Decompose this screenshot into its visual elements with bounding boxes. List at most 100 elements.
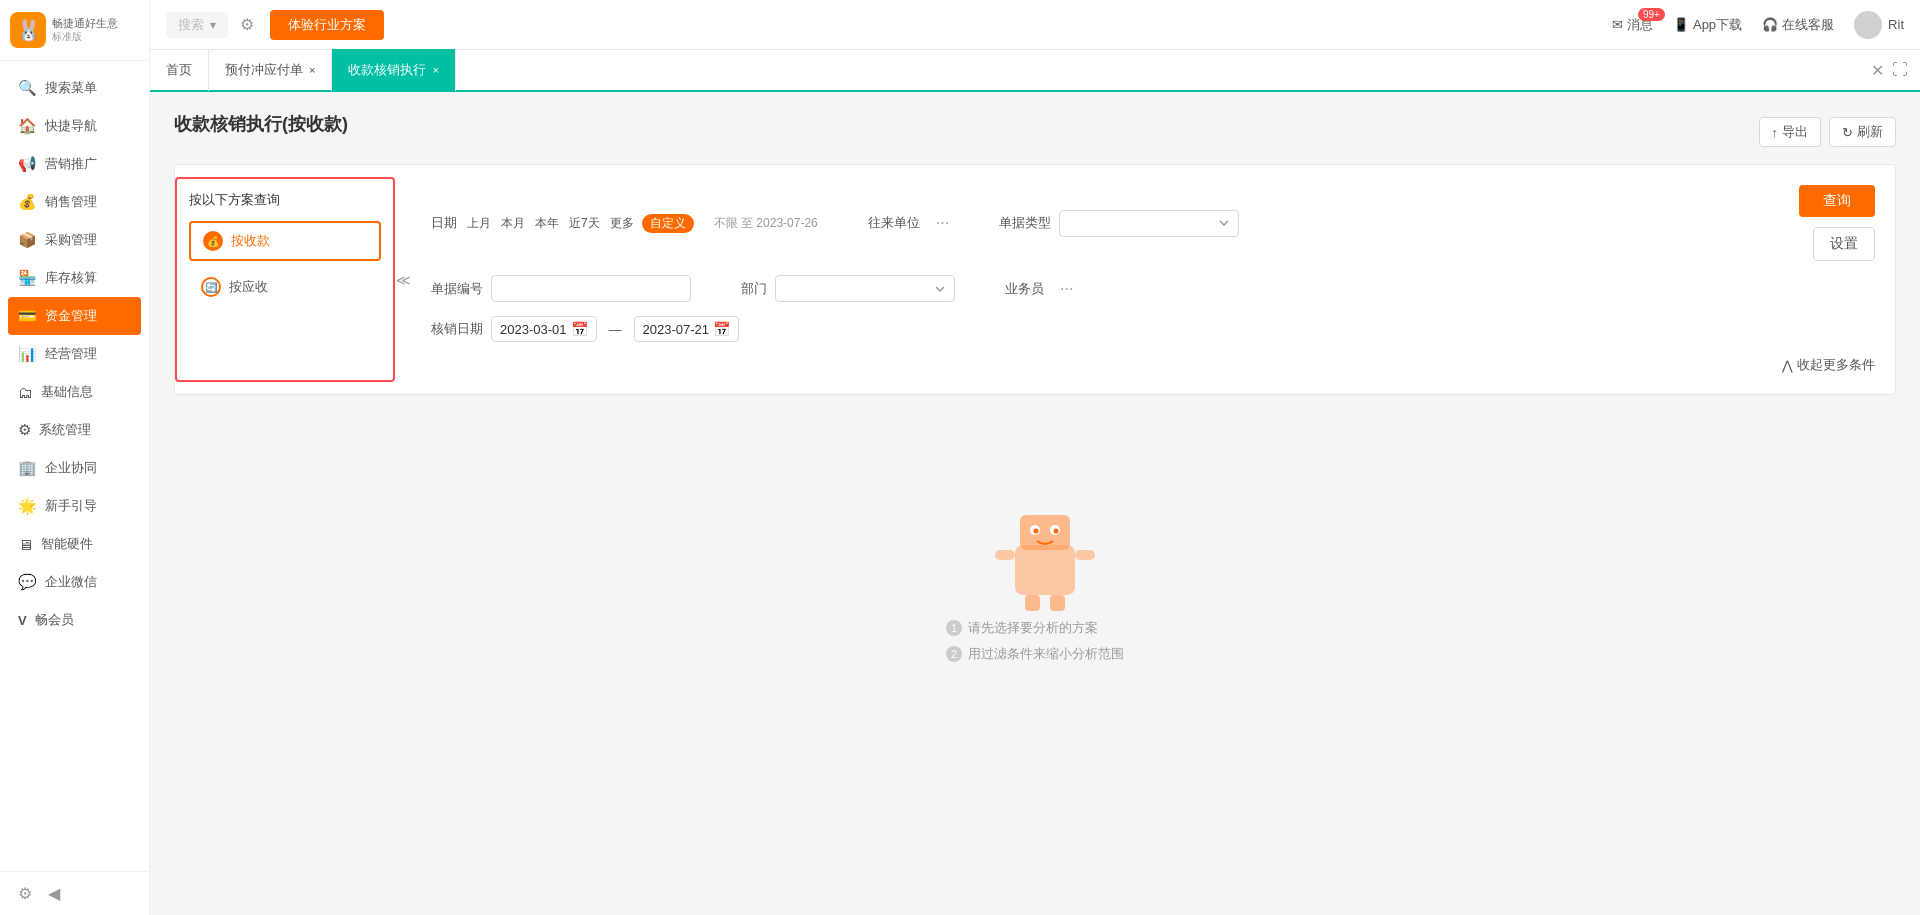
export-icon: ↑ <box>1772 125 1779 140</box>
sidebar-item-search[interactable]: 🔍 搜索菜单 <box>0 69 149 107</box>
empty-hint-2: 2 用过滤条件来缩小分析范围 <box>946 641 1124 667</box>
staff-dots[interactable]: ··· <box>1060 280 1073 298</box>
app-icon: 📱 <box>1673 17 1689 32</box>
export-button[interactable]: ↑ 导出 <box>1759 117 1822 147</box>
collapse-sidebar-button[interactable]: ◀ <box>48 884 60 903</box>
sidebar-item-sales[interactable]: 💰 销售管理 <box>0 183 149 221</box>
sidebar-item-purchase[interactable]: 📦 采购管理 <box>0 221 149 259</box>
sidebar-item-wechat-label: 企业微信 <box>45 573 97 591</box>
filter-option-receipt[interactable]: 💰 按收款 <box>189 221 381 261</box>
sidebar-item-system[interactable]: ⚙ 系统管理 <box>0 411 149 449</box>
filter-options: 💰 按收款 🔄 按应收 <box>189 221 381 305</box>
date-more[interactable]: 更多 <box>608 215 636 232</box>
sidebar-item-marketing-label: 营销推广 <box>45 155 97 173</box>
sidebar-item-guide[interactable]: 🌟 新手引导 <box>0 487 149 525</box>
search-icon: 🔍 <box>18 79 37 97</box>
logo-area: 🐰 畅捷通好生意 标准版 <box>0 0 149 61</box>
message-button[interactable]: ✉ 消息 99+ <box>1612 16 1653 34</box>
sidebar-item-funds[interactable]: 💳 资金管理 <box>8 297 141 335</box>
tab-prepay-label: 预付冲应付单 <box>225 49 303 91</box>
app-download-button[interactable]: 📱 App下载 <box>1673 16 1742 34</box>
user-menu[interactable]: Rit <box>1854 11 1904 39</box>
sidebar-item-enterprise[interactable]: 🏢 企业协同 <box>0 449 149 487</box>
sales-icon: 💰 <box>18 193 37 211</box>
collapse-more-button[interactable]: ⋀ 收起更多条件 <box>431 356 1875 374</box>
date-last-7days[interactable]: 近7天 <box>567 215 602 232</box>
date-this-month[interactable]: 本月 <box>499 215 527 232</box>
header-gear-icon[interactable]: ⚙ <box>240 15 254 34</box>
sidebar-item-hardware[interactable]: 🖥 智能硬件 <box>0 525 149 563</box>
counterparty-dots[interactable]: ··· <box>936 214 949 232</box>
tab-prepay[interactable]: 预付冲应付单 × <box>209 49 332 91</box>
tab-home[interactable]: 首页 <box>150 49 209 91</box>
logo-subtitle: 标准版 <box>52 30 118 44</box>
purchase-icon: 📦 <box>18 231 37 249</box>
sidebar-item-marketing[interactable]: 📢 营销推广 <box>0 145 149 183</box>
verdate-end: 2023-07-21 <box>643 322 710 337</box>
date-last-month[interactable]: 上月 <box>465 215 493 232</box>
tab-home-label: 首页 <box>166 49 192 91</box>
hint-num-2: 2 <box>946 646 962 662</box>
sidebar-item-basic[interactable]: 🗂 基础信息 <box>0 373 149 411</box>
sidebar-item-member-label: 畅会员 <box>35 611 74 629</box>
filter-doctype-field: 单据类型 <box>999 210 1239 237</box>
sidebar-item-hardware-label: 智能硬件 <box>41 535 93 553</box>
verdate-start-wrapper[interactable]: 2023-03-01 📅 <box>491 316 597 342</box>
sidebar-item-wechat[interactable]: 💬 企业微信 <box>0 563 149 601</box>
doctype-label: 单据类型 <box>999 214 1051 232</box>
svg-rect-6 <box>995 550 1015 560</box>
sidebar-item-operations[interactable]: 📊 经营管理 <box>0 335 149 373</box>
message-badge: 99+ <box>1638 8 1665 21</box>
settings-icon[interactable]: ⚙ <box>18 884 32 903</box>
filter-row-3: 核销日期 2023-03-01 📅 — 2023-07-21 📅 <box>431 316 1875 342</box>
robot-svg <box>985 495 1105 615</box>
filter-option-receivable[interactable]: 🔄 按应收 <box>189 269 381 305</box>
enterprise-icon: 🏢 <box>18 459 37 477</box>
app-label: App下载 <box>1693 16 1742 34</box>
maximize-icon[interactable]: ⛶ <box>1892 61 1908 79</box>
close-window-icon[interactable]: ✕ <box>1871 61 1884 80</box>
solution-button[interactable]: 体验行业方案 <box>270 10 384 40</box>
calendar-start-icon: 📅 <box>571 321 588 337</box>
sidebar-item-enterprise-label: 企业协同 <box>45 459 97 477</box>
header-dropdown-icon[interactable]: ▾ <box>210 18 216 32</box>
header-search-area[interactable]: 搜索 ▾ <box>166 12 228 38</box>
hardware-icon: 🖥 <box>18 536 33 553</box>
filter-verdate-field: 核销日期 2023-03-01 📅 — 2023-07-21 📅 <box>431 316 739 342</box>
page-content: 收款核销执行(按收款) ↑ 导出 ↻ 刷新 按以下方案查询 💰 <box>150 92 1920 915</box>
verdate-label: 核销日期 <box>431 320 483 338</box>
sidebar-nav: 🔍 搜索菜单 🏠 快捷导航 📢 营销推广 💰 销售管理 📦 采购管理 🏪 库存核… <box>0 61 149 871</box>
filter-collapse-toggle[interactable]: ≪ <box>395 177 411 382</box>
tab-collection[interactable]: 收款核销执行 × <box>332 49 455 91</box>
tab-actions: ✕ ⛶ <box>1859 61 1920 80</box>
top-header: 搜索 ▾ ⚙ 体验行业方案 ✉ 消息 99+ 📱 App下载 🎧 在线客服 R <box>150 0 1920 50</box>
refresh-button[interactable]: ↻ 刷新 <box>1829 117 1896 147</box>
user-avatar <box>1854 11 1882 39</box>
sidebar-item-purchase-label: 采购管理 <box>45 231 97 249</box>
docno-input[interactable] <box>491 275 691 302</box>
basic-icon: 🗂 <box>18 384 33 401</box>
verdate-start: 2023-03-01 <box>500 322 567 337</box>
receivable-icon: 🔄 <box>201 277 221 297</box>
docno-label: 单据编号 <box>431 280 483 298</box>
filter-left-panel: 按以下方案查询 💰 按收款 🔄 按应收 <box>175 177 395 382</box>
verdate-end-wrapper[interactable]: 2023-07-21 📅 <box>634 316 740 342</box>
hint-text-1: 请先选择要分析的方案 <box>968 615 1098 641</box>
settings-button[interactable]: 设置 <box>1813 227 1875 261</box>
filter-date-field: 日期 上月 本月 本年 近7天 更多 自定义 <box>431 214 694 233</box>
sidebar-item-inventory[interactable]: 🏪 库存核算 <box>0 259 149 297</box>
dept-select[interactable] <box>775 275 955 302</box>
tab-prepay-close[interactable]: × <box>309 49 315 91</box>
sidebar-item-quicknav[interactable]: 🏠 快捷导航 <box>0 107 149 145</box>
doctype-select[interactable] <box>1059 210 1239 237</box>
online-service-button[interactable]: 🎧 在线客服 <box>1762 16 1834 34</box>
filter-option-receivable-label: 按应收 <box>229 278 268 296</box>
date-custom-badge[interactable]: 自定义 <box>642 214 694 233</box>
svg-point-5 <box>1054 529 1059 534</box>
query-button[interactable]: 查询 <box>1799 185 1875 217</box>
header-left: 搜索 ▾ ⚙ 体验行业方案 <box>166 10 1612 40</box>
tab-collection-close[interactable]: × <box>432 49 438 91</box>
receipt-icon: 💰 <box>203 231 223 251</box>
date-this-year[interactable]: 本年 <box>533 215 561 232</box>
sidebar-item-member[interactable]: V 畅会员 <box>0 601 149 639</box>
